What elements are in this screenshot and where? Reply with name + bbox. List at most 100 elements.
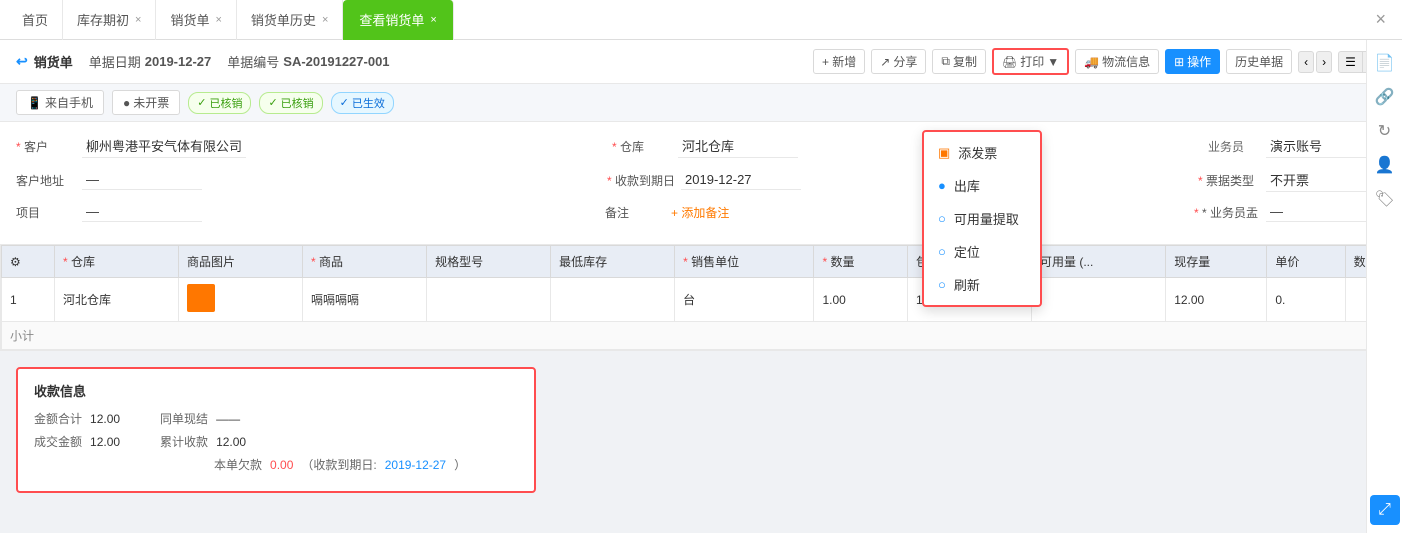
- logistics-icon: 🚚: [1084, 55, 1099, 69]
- col-product-img: 商品图片: [179, 246, 303, 278]
- customer-field: 客户 柳州粤港平安气体有限公司: [16, 134, 612, 158]
- row-product: 嗝嗝嗝嗝: [303, 278, 427, 322]
- sales-emp-label: * 业务员盂: [1194, 204, 1258, 221]
- history-button[interactable]: 历史单据: [1226, 49, 1292, 74]
- same-order-value: ——: [216, 412, 240, 426]
- payment-total: 金额合计 12.00: [34, 410, 120, 427]
- operate-button[interactable]: ⊞ 操作: [1165, 49, 1220, 74]
- form-row-2: 客户地址 — 收款到期日 2019-12-27 票据类型 不开票: [16, 168, 1386, 192]
- payment-date-field: 收款到期日 2019-12-27: [607, 170, 1198, 190]
- payment-section: 收款信息 金额合计 12.00 同单现结 —— 成交金额: [0, 351, 1402, 505]
- sidebar-refresh-icon[interactable]: ↻: [1370, 116, 1400, 146]
- print-dropdown-arrow: ▼: [1047, 55, 1059, 69]
- col-min-stock: 最低库存: [551, 246, 675, 278]
- ticket-icon: ●: [123, 96, 130, 110]
- payment-transaction: 成交金额 12.00: [34, 433, 120, 450]
- sidebar-link-icon[interactable]: 🔗: [1370, 82, 1400, 112]
- doc-date-value: 2019-12-27: [145, 54, 212, 69]
- note-field: 备注 + 添加备注: [605, 204, 1194, 221]
- sidebar-expand-icon[interactable]: ⤢: [1370, 495, 1400, 525]
- refresh-icon: ○: [938, 277, 946, 292]
- col-quantity: * 数量: [814, 246, 908, 278]
- tab-inventory-init[interactable]: 库存期初 ×: [63, 0, 156, 40]
- doc-title: ↩ 销货单: [16, 52, 73, 71]
- col-spec: 规格型号: [427, 246, 551, 278]
- sold-icon: ✓: [268, 96, 277, 109]
- col-unit-price: 单价: [1267, 246, 1345, 278]
- doc-header: ↩ 销货单 单据日期 2019-12-27 单据编号 SA-20191227-0…: [0, 40, 1402, 84]
- row-stock: 12.00: [1166, 278, 1267, 322]
- prev-button[interactable]: ‹: [1298, 51, 1314, 73]
- dropdown-add-invoice[interactable]: ▣ 添发票: [924, 136, 1040, 169]
- payment-cumulative: 累计收款 12.00: [160, 433, 246, 450]
- owed-value: 0.00: [270, 458, 293, 472]
- transaction-value: 12.00: [90, 435, 120, 449]
- sidebar-user-icon[interactable]: 👤: [1370, 150, 1400, 180]
- effective-icon: ✓: [340, 96, 349, 109]
- cumulative-value: 12.00: [216, 435, 246, 449]
- dropdown-refresh[interactable]: ○ 刷新: [924, 268, 1040, 301]
- product-table-wrapper: ⚙ * 仓库 商品图片 * 商品 规格型号 最低库存 * 销售单位 * 数量 包…: [0, 244, 1402, 351]
- tab-check-sales[interactable]: 查看销货单 ×: [343, 0, 453, 40]
- next-button[interactable]: ›: [1316, 51, 1332, 73]
- sidebar-tag-icon[interactable]: 🏷: [1370, 184, 1400, 214]
- add-invoice-icon: ▣: [938, 145, 950, 161]
- owed-close: ）: [454, 456, 466, 473]
- owed-date: 2019-12-27: [385, 458, 446, 472]
- share-button[interactable]: ↗ 分享: [871, 49, 926, 74]
- sidebar-doc-icon[interactable]: 📄: [1370, 48, 1400, 78]
- share-icon: ↗: [880, 55, 890, 69]
- right-sidebar: 📄 🔗 ↻ 👤 🏷 ⤢: [1366, 40, 1402, 533]
- address-label: 客户地址: [16, 172, 76, 189]
- print-button[interactable]: 🖨 打印 ▼: [992, 48, 1069, 75]
- form-row-3: 项目 — 备注 + 添加备注 * 业务员盂 —: [16, 202, 1386, 222]
- not-open-button[interactable]: ● 未开票: [112, 90, 180, 115]
- add-note-button[interactable]: + 添加备注: [671, 204, 729, 221]
- total-value: 12.00: [90, 412, 120, 426]
- from-phone-button[interactable]: 📱 来自手机: [16, 90, 104, 115]
- row-available: [1032, 278, 1166, 322]
- subtotal-label: 小计: [2, 322, 1401, 350]
- payment-same-order: 同单现结 ——: [160, 410, 240, 427]
- sub-action-bar: 📱 来自手机 ● 未开票 ✓ 已核销 ✓ 已核销: [0, 84, 1402, 122]
- tab-sales-order-close[interactable]: ×: [215, 14, 221, 26]
- payment-date-label: 收款到期日: [607, 172, 675, 189]
- col-settings[interactable]: ⚙: [2, 246, 55, 278]
- tab-inventory-init-close[interactable]: ×: [135, 14, 141, 26]
- cumulative-label: 累计收款: [160, 433, 208, 450]
- project-value: —: [82, 202, 202, 222]
- list-view-button[interactable]: ☰: [1338, 51, 1363, 73]
- tab-sales-history[interactable]: 销货单历史 ×: [237, 0, 343, 40]
- effective-badge: ✓ 已生效: [331, 92, 394, 114]
- copy-button[interactable]: ⧉ 复制: [932, 49, 986, 74]
- doc-type-label: 销货单: [34, 52, 73, 71]
- sold-out-badge: ✓ 已核销: [259, 92, 322, 114]
- dropdown-out-warehouse[interactable]: ● 出库: [924, 169, 1040, 202]
- locate-icon: ○: [938, 244, 946, 259]
- warehouse-value: 河北仓库: [678, 134, 798, 158]
- row-quantity: 1.00: [814, 278, 908, 322]
- owed-suffix: （收款到期日:: [301, 456, 376, 473]
- tab-sales-order[interactable]: 销货单 ×: [156, 0, 236, 40]
- print-icon: 🖨: [1002, 55, 1017, 69]
- table-subtotal-row: 小计: [2, 322, 1401, 350]
- tab-check-sales-close[interactable]: ×: [430, 14, 436, 26]
- tab-home[interactable]: 首页: [8, 0, 63, 40]
- customer-label: 客户: [16, 138, 76, 155]
- dropdown-locate[interactable]: ○ 定位: [924, 235, 1040, 268]
- product-table: ⚙ * 仓库 商品图片 * 商品 规格型号 最低库存 * 销售单位 * 数量 包…: [1, 245, 1401, 350]
- doc-date-label-span: 单据日期 2019-12-27: [89, 52, 212, 71]
- transaction-label: 成交金额: [34, 433, 82, 450]
- same-order-label: 同单现结: [160, 410, 208, 427]
- dropdown-available-qty[interactable]: ○ 可用量提取: [924, 202, 1040, 235]
- payment-row-3: 本单欠款 0.00 （收款到期日: 2019-12-27 ）: [34, 456, 518, 473]
- note-label: 备注: [605, 204, 665, 221]
- doc-meta: 单据日期 2019-12-27 单据编号 SA-20191227-001: [89, 52, 390, 71]
- phone-icon: 📱: [27, 96, 42, 110]
- project-field: 项目 —: [16, 202, 605, 222]
- add-button[interactable]: + 新增: [813, 49, 865, 74]
- tab-sales-history-close[interactable]: ×: [322, 14, 328, 26]
- logistics-button[interactable]: 🚚 物流信息: [1075, 49, 1159, 74]
- close-all-tabs[interactable]: ×: [1367, 9, 1394, 30]
- employee-label: 业务员: [1208, 138, 1258, 155]
